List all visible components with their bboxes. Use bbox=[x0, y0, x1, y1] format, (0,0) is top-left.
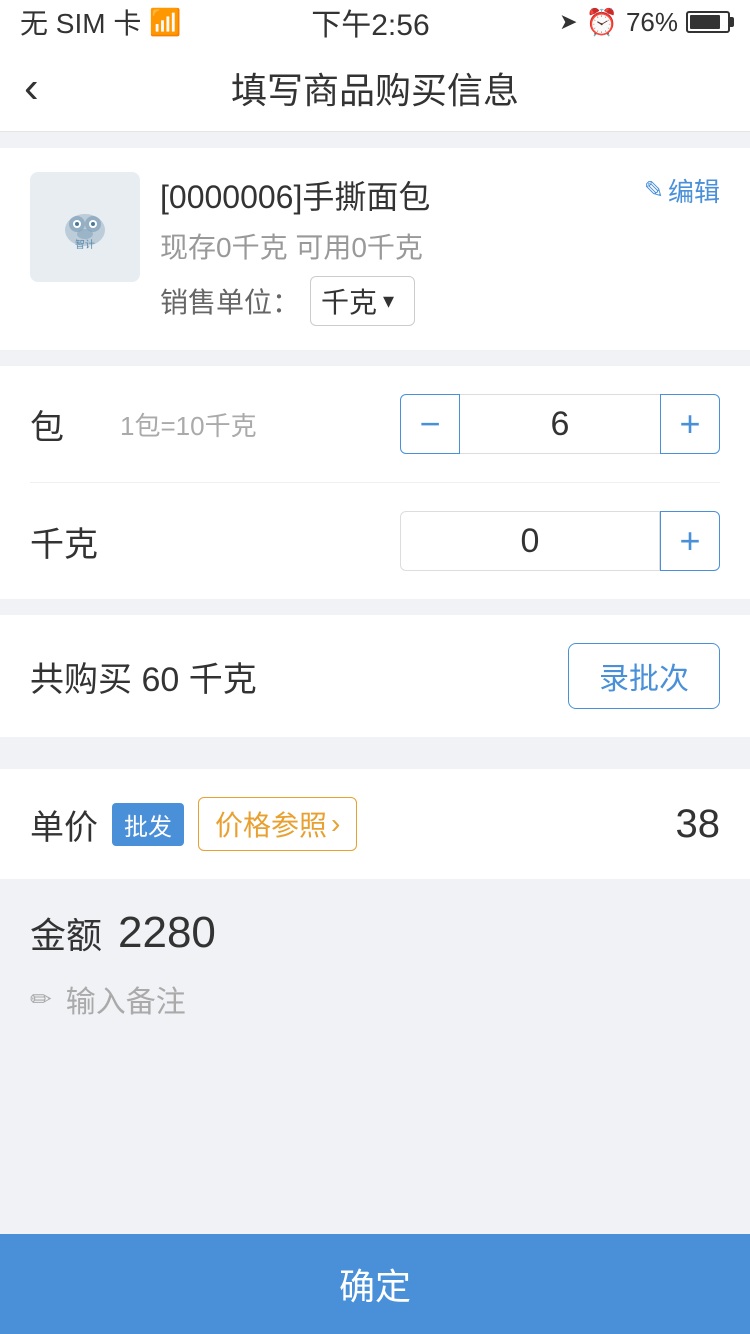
remark-placeholder: 输入备注 bbox=[66, 977, 186, 1021]
amount-value: 2280 bbox=[118, 908, 216, 958]
product-unit-row: 销售单位： 千克 ▾ bbox=[160, 276, 720, 326]
section-divider-1 bbox=[0, 350, 750, 366]
total-section: 共购买 60 千克 录批次 bbox=[0, 615, 750, 737]
price-left: 单价 批发 价格参照 › bbox=[30, 797, 357, 851]
remark-icon: ✏ bbox=[30, 984, 52, 1015]
price-ref-label: 价格参照 bbox=[215, 804, 327, 844]
wifi-icon: 📶 bbox=[149, 7, 181, 38]
battery-text: 76% bbox=[626, 7, 678, 38]
confirm-label: 确定 bbox=[339, 1258, 411, 1310]
section-divider-2 bbox=[0, 599, 750, 615]
amount-row: 金额 2280 bbox=[30, 907, 720, 959]
status-time: 下午2:56 bbox=[311, 0, 429, 44]
status-right: ➤ ⏰ 76% bbox=[559, 7, 730, 38]
edit-label: 编辑 bbox=[668, 172, 720, 209]
section-divider-3 bbox=[0, 737, 750, 753]
back-icon: ‹ bbox=[24, 63, 39, 113]
price-ref-arrow: › bbox=[331, 808, 340, 840]
package-hint: 1包=10千克 bbox=[120, 406, 400, 443]
batch-button[interactable]: 录批次 bbox=[568, 643, 720, 709]
amount-label: 金额 bbox=[30, 907, 102, 959]
package-minus-button[interactable]: − bbox=[400, 394, 460, 454]
kg-plus-button[interactable]: + bbox=[660, 511, 720, 571]
price-ref-button[interactable]: 价格参照 › bbox=[198, 797, 357, 851]
product-stock: 现存0千克 可用0千克 bbox=[160, 226, 720, 266]
back-button[interactable]: ‹ bbox=[24, 63, 39, 113]
unit-price-label: 单价 bbox=[30, 800, 98, 849]
batch-label: 录批次 bbox=[599, 663, 689, 696]
product-name: [0000006]手撕面包 bbox=[160, 172, 430, 218]
kg-input[interactable] bbox=[400, 511, 660, 571]
amount-section: 金额 2280 ✏ 输入备注 bbox=[0, 879, 750, 1041]
location-icon: ➤ bbox=[559, 9, 577, 35]
edit-icon: ✎ bbox=[644, 176, 664, 205]
price-tag: 批发 bbox=[112, 803, 184, 846]
kg-controls: + bbox=[400, 511, 720, 571]
package-plus-button[interactable]: + bbox=[660, 394, 720, 454]
edit-button[interactable]: ✎ 编辑 bbox=[644, 172, 720, 209]
page-title: 填写商品购买信息 bbox=[231, 62, 519, 114]
product-thumbnail: 智计 bbox=[30, 172, 140, 282]
dropdown-icon: ▾ bbox=[383, 288, 394, 314]
price-value: 38 bbox=[676, 802, 721, 847]
carrier-text: 无 SIM 卡 bbox=[20, 2, 141, 42]
kg-label: 千克 bbox=[30, 517, 110, 566]
status-carrier: 无 SIM 卡 📶 bbox=[20, 2, 182, 42]
package-input[interactable] bbox=[460, 394, 660, 454]
package-label: 包 bbox=[30, 400, 110, 449]
unit-label: 销售单位： bbox=[160, 281, 300, 321]
product-card: 智计 [0000006]手撕面包 ✎ 编辑 现存0千克 可用0千克 销售单位： … bbox=[0, 148, 750, 350]
svg-text:智计: 智计 bbox=[75, 238, 95, 251]
package-input-row: 包 1包=10千克 − + bbox=[30, 366, 720, 483]
nav-bar: ‹ 填写商品购买信息 bbox=[0, 44, 750, 132]
unit-selector[interactable]: 千克 ▾ bbox=[310, 276, 415, 326]
alarm-icon: ⏰ bbox=[586, 7, 618, 38]
confirm-button[interactable]: 确定 bbox=[0, 1234, 750, 1334]
price-section: 单价 批发 价格参照 › 38 bbox=[0, 769, 750, 879]
product-info: [0000006]手撕面包 ✎ 编辑 现存0千克 可用0千克 销售单位： 千克 … bbox=[160, 172, 720, 326]
total-text: 共购买 60 千克 bbox=[30, 652, 257, 701]
input-section: 包 1包=10千克 − + 千克 + bbox=[0, 366, 750, 599]
remark-row[interactable]: ✏ 输入备注 bbox=[30, 977, 720, 1021]
unit-value: 千克 bbox=[321, 281, 377, 321]
package-controls: − + bbox=[400, 394, 720, 454]
kg-input-row: 千克 + bbox=[30, 483, 720, 599]
status-bar: 无 SIM 卡 📶 下午2:56 ➤ ⏰ 76% bbox=[0, 0, 750, 44]
battery-icon bbox=[686, 11, 730, 33]
